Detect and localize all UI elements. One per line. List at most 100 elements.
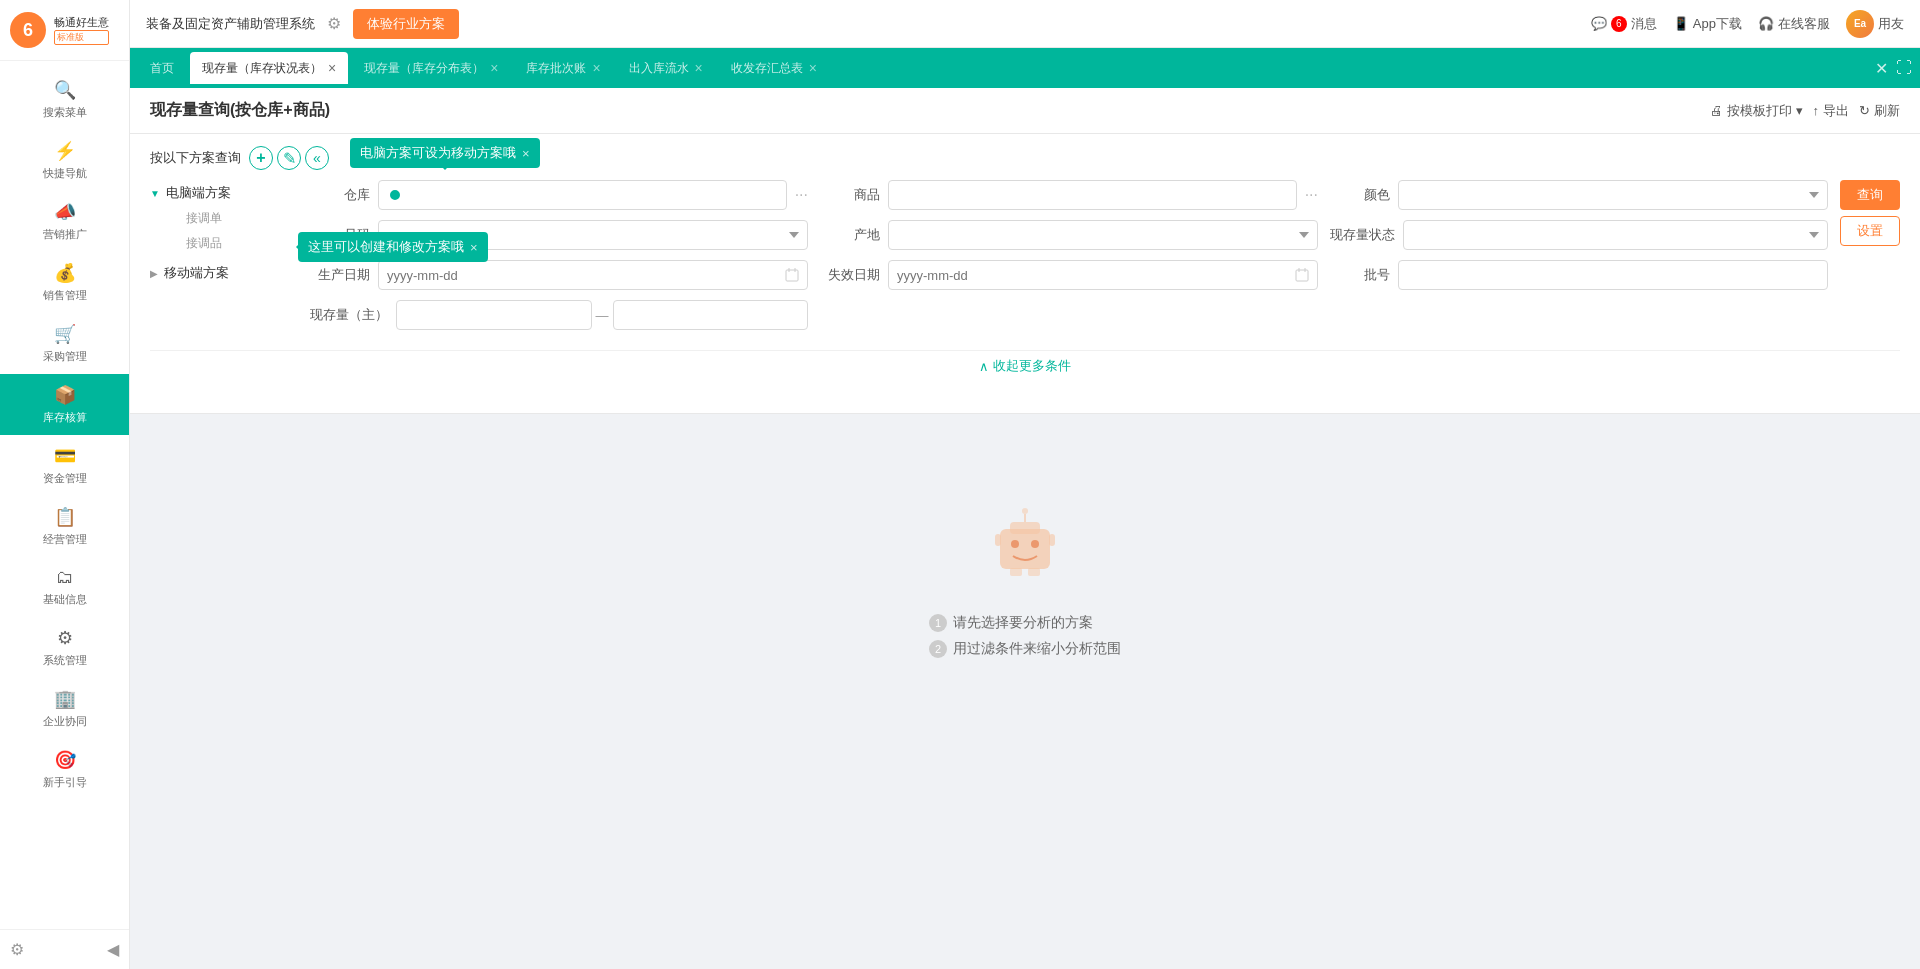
empty-state: 1 请先选择要分析的方案 2 用过滤条件来缩小分析范围 <box>130 414 1920 746</box>
stock-status-select[interactable] <box>1403 220 1828 250</box>
add-scheme-button[interactable]: + <box>249 146 273 170</box>
svg-rect-1 <box>1010 522 1040 534</box>
filter-row-3: 生产日期 失效日期 批号 <box>310 260 1828 290</box>
collapse-sidebar-icon[interactable]: ◀ <box>107 940 119 959</box>
tab-batch[interactable]: 库存批次账 × <box>514 52 612 84</box>
goods-input[interactable] <box>888 180 1297 210</box>
tab-close-inout[interactable]: × <box>695 60 703 76</box>
guide-icon: 🎯 <box>54 749 76 771</box>
sidebar-item-enterprise[interactable]: 🏢 企业协同 <box>0 678 129 739</box>
filter-batch: 批号 <box>1330 260 1828 290</box>
tab-home[interactable]: 首页 <box>138 52 186 84</box>
filter-expire-date: 失效日期 <box>820 260 1318 290</box>
experience-button[interactable]: 体验行业方案 <box>353 9 459 39</box>
sidebar-item-operation[interactable]: 📋 经营管理 <box>0 496 129 557</box>
main-area: 装备及固定资产辅助管理系统 ⚙ 体验行业方案 💬 6 消息 📱 App下载 🎧 … <box>130 0 1920 969</box>
batch-input[interactable] <box>1398 260 1828 290</box>
tooltip-scheme-close[interactable]: × <box>522 146 530 161</box>
filter-btn-group: + ✎ « <box>249 146 329 170</box>
tooltip-create-close[interactable]: × <box>470 240 478 255</box>
search-button[interactable]: 查询 <box>1840 180 1900 210</box>
scheme-mobile[interactable]: ▶ 移动端方案 <box>150 260 290 286</box>
stock-qty-min[interactable] <box>396 300 592 330</box>
online-service-item[interactable]: 🎧 在线客服 <box>1758 15 1830 33</box>
origin-label: 产地 <box>820 226 880 244</box>
batch-label: 批号 <box>1330 266 1390 284</box>
tooltip-scheme: 电脑方案可设为移动方案哦 × <box>350 138 540 168</box>
message-icon: 💬 <box>1591 16 1607 31</box>
printer-icon: 🖨 <box>1710 103 1723 118</box>
edit-scheme-button[interactable]: ✎ <box>277 146 301 170</box>
goods-label: 商品 <box>820 186 880 204</box>
sidebar-item-system[interactable]: ⚙ 系统管理 <box>0 617 129 678</box>
sidebar-item-guide[interactable]: 🎯 新手引导 <box>0 739 129 800</box>
quick-icon: ⚡ <box>54 140 76 162</box>
tab-close-batch[interactable]: × <box>592 60 600 76</box>
sidebar-item-sales[interactable]: 💰 销售管理 <box>0 252 129 313</box>
svg-rect-6 <box>1010 568 1022 576</box>
sidebar-item-inventory[interactable]: 📦 库存核算 <box>0 374 129 435</box>
produce-date-label: 生产日期 <box>310 266 370 284</box>
stock-status-label: 现存量状态 <box>1330 226 1395 244</box>
arrow-left-button[interactable]: « <box>305 146 329 170</box>
color-select[interactable] <box>1398 180 1828 210</box>
tabs-bar: 首页 现存量（库存状况表） × 现存量（库存分布表） × 库存批次账 × 出入库… <box>130 48 1920 88</box>
stock-qty-max[interactable] <box>613 300 809 330</box>
filter-origin: 产地 <box>820 220 1318 250</box>
finance-icon: 💳 <box>54 445 76 467</box>
scheme-item-1[interactable]: 接调单 <box>170 206 290 231</box>
settings-icon[interactable]: ⚙ <box>327 14 341 33</box>
svg-point-9 <box>1022 508 1028 514</box>
sidebar-item-marketing[interactable]: 📣 营销推广 <box>0 191 129 252</box>
tab-close-all-icon[interactable]: ✕ <box>1875 59 1888 78</box>
expire-date-label: 失效日期 <box>820 266 880 284</box>
warehouse-label: 仓库 <box>310 186 370 204</box>
produce-date-input[interactable] <box>378 260 808 290</box>
inventory-icon: 📦 <box>54 384 76 406</box>
svg-point-2 <box>1011 540 1019 548</box>
tab-inout[interactable]: 出入库流水 × <box>617 52 715 84</box>
sidebar-footer: ⚙ ◀ <box>0 929 129 969</box>
scheme-desktop[interactable]: ▼ 电脑端方案 <box>150 180 290 206</box>
filter-row-2: 尺码 产地 <box>310 220 1828 250</box>
tab-close-inventory-dist[interactable]: × <box>490 60 498 76</box>
refresh-button[interactable]: ↻ 刷新 <box>1859 102 1900 120</box>
collapse-button[interactable]: ∧ 收起更多条件 <box>150 350 1900 381</box>
topbar: 装备及固定资产辅助管理系统 ⚙ 体验行业方案 💬 6 消息 📱 App下载 🎧 … <box>130 0 1920 48</box>
sidebar-item-purchase[interactable]: 🛒 采购管理 <box>0 313 129 374</box>
expire-date-input[interactable] <box>888 260 1318 290</box>
sidebar-item-basic[interactable]: 🗂 基础信息 <box>0 557 129 617</box>
tab-inventory-dist[interactable]: 现存量（库存分布表） × <box>352 52 510 84</box>
origin-select[interactable] <box>888 220 1318 250</box>
tab-close-inventory-status[interactable]: × <box>328 60 336 76</box>
tab-receivable[interactable]: 收发存汇总表 × <box>719 52 829 84</box>
reset-button[interactable]: 设置 <box>1840 216 1900 246</box>
range-separator: — <box>596 308 609 323</box>
phone-icon: 📱 <box>1673 16 1689 31</box>
warehouse-input[interactable] <box>378 180 787 210</box>
marketing-icon: 📣 <box>54 201 76 223</box>
app-download-item[interactable]: 📱 App下载 <box>1673 15 1742 33</box>
tab-inventory-status[interactable]: 现存量（库存状况表） × <box>190 52 348 84</box>
sidebar-item-finance[interactable]: 💳 资金管理 <box>0 435 129 496</box>
filter-area: 按以下方案查询 + ✎ « 电脑方案可设为移动方案哦 × <box>130 134 1920 414</box>
warehouse-more-icon[interactable]: ··· <box>795 186 808 204</box>
tab-fullscreen-icon[interactable]: ⛶ <box>1896 59 1912 77</box>
sidebar-item-quick[interactable]: ⚡ 快捷导航 <box>0 130 129 191</box>
refresh-icon: ↻ <box>1859 103 1870 118</box>
topbar-right: 💬 6 消息 📱 App下载 🎧 在线客服 Ea 用友 <box>1591 10 1904 38</box>
page-header: 现存量查询(按仓库+商品) 🖨 按模板打印 ▾ ↑ 导出 ↻ 刷新 <box>130 88 1920 134</box>
empty-tip-2: 2 用过滤条件来缩小分析范围 <box>929 640 1121 658</box>
sidebar-item-search[interactable]: 🔍 搜索菜单 <box>0 69 129 130</box>
settings-footer-icon[interactable]: ⚙ <box>10 940 24 959</box>
user-item[interactable]: Ea 用友 <box>1846 10 1904 38</box>
svg-rect-7 <box>1028 568 1040 576</box>
export-button[interactable]: ↑ 导出 <box>1813 102 1850 120</box>
template-print-button[interactable]: 🖨 按模板打印 ▾ <box>1710 102 1803 120</box>
goods-more-icon[interactable]: ··· <box>1305 186 1318 204</box>
logo-icon: 6 <box>10 12 46 48</box>
message-item[interactable]: 💬 6 消息 <box>1591 15 1657 33</box>
scheme-item-2[interactable]: 接调品 <box>170 231 290 256</box>
sidebar-nav: 🔍 搜索菜单 ⚡ 快捷导航 📣 营销推广 💰 销售管理 🛒 采购管理 📦 <box>0 61 129 929</box>
tab-close-receivable[interactable]: × <box>809 60 817 76</box>
